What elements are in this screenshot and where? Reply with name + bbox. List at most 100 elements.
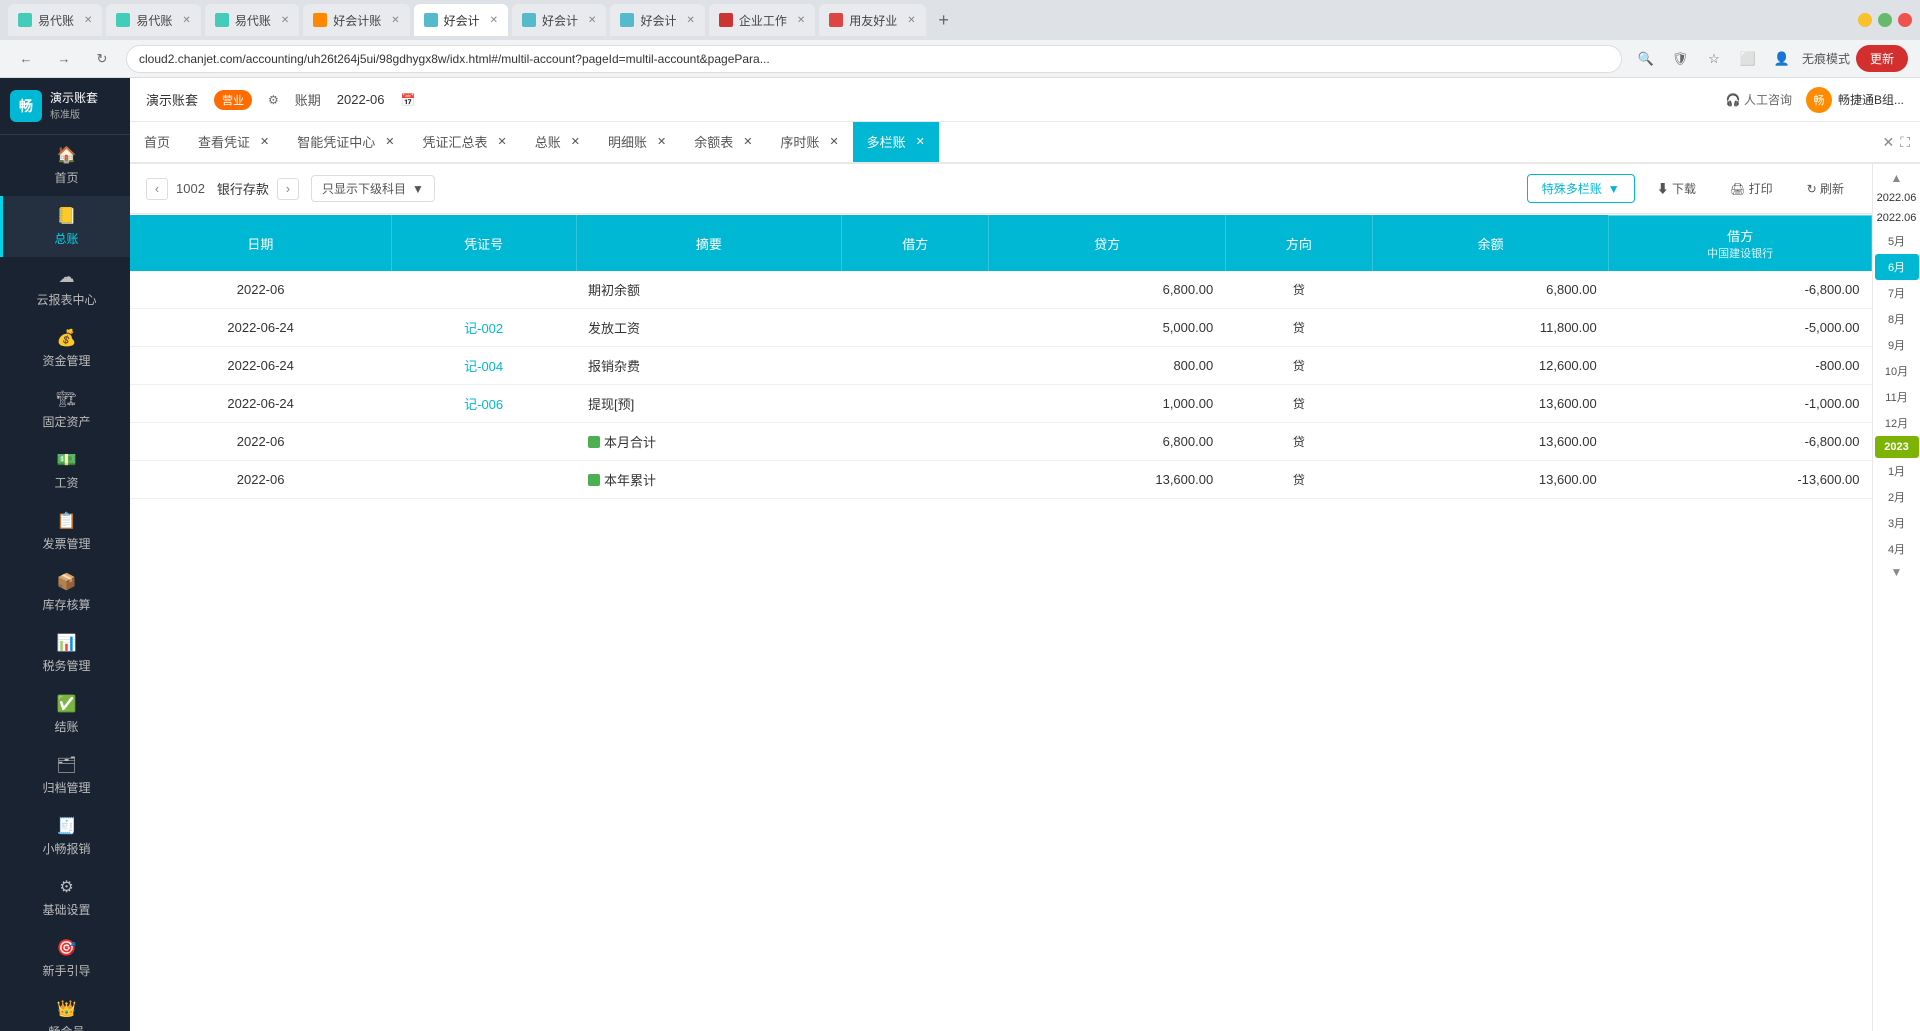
tab-close-8[interactable]: ✕ [797,15,805,26]
tab-journal-close[interactable]: ✕ [829,135,838,148]
close-panel-button[interactable]: ✕ [1882,134,1894,151]
tab-journal[interactable]: 序时账 ✕ [766,122,852,163]
window-minimize[interactable] [1858,13,1872,27]
tab-close-5[interactable]: ✕ [490,15,498,26]
time-august[interactable]: 8月 [1875,306,1919,332]
url-input[interactable]: cloud2.chanjet.com/accounting/uh26t264j5… [126,45,1622,73]
tab-close-2[interactable]: ✕ [182,15,190,26]
tab-balance-close[interactable]: ✕ [743,135,752,148]
time-jan-2023[interactable]: 1月 [1875,458,1919,484]
tab-close-6[interactable]: ✕ [588,15,596,26]
tab-close-4[interactable]: ✕ [391,15,399,26]
window-close[interactable] [1898,13,1912,27]
sidebar-item-invoice[interactable]: 📋 发票管理 [0,501,130,562]
browser-tab-2[interactable]: 易代账 ✕ [106,4,200,36]
forward-button[interactable]: → [50,45,78,73]
voucher-link-3[interactable]: 记-006 [464,397,503,412]
tab-balance[interactable]: 余额表 ✕ [680,122,766,163]
row-voucher-3[interactable]: 记-006 [391,385,576,423]
browser-tab-3[interactable]: 易代账 ✕ [205,4,299,36]
browser-tab-9[interactable]: 用友好业 ✕ [819,4,925,36]
tab-home[interactable]: 首页 [130,122,184,163]
col-voucher-header: 凭证号 [391,215,576,271]
sidebar-item-ledger[interactable]: 📒 总账 [0,196,130,257]
settings-button[interactable]: ⚙ [268,93,279,107]
time-scroll-down[interactable]: ▼ [1888,562,1906,582]
time-june[interactable]: 6月 [1875,254,1919,280]
sidebar-item-close[interactable]: ✅ 结账 [0,684,130,745]
reload-button[interactable]: ↻ [88,45,116,73]
tab-voucher-summary[interactable]: 凭证汇总表 ✕ [408,122,520,163]
tab-detail-ledger-close[interactable]: ✕ [657,135,666,148]
browser-tab-7[interactable]: 好会计 ✕ [610,4,704,36]
sidebar-item-archive[interactable]: 🗂 归档管理 [0,745,130,806]
prev-account-button[interactable]: ‹ [146,178,168,200]
tab-close-3[interactable]: ✕ [281,15,289,26]
status-badge[interactable]: 营业 [214,90,252,110]
sidebar-item-funds[interactable]: 💰 资金管理 [0,318,130,379]
calendar-icon[interactable]: 📅 [401,93,416,107]
voucher-link-2[interactable]: 记-004 [464,359,503,374]
sidebar-item-expense[interactable]: 🧾 小畅报销 [0,806,130,867]
browser-tab-8[interactable]: 企业工作 ✕ [709,4,815,36]
time-december[interactable]: 12月 [1875,410,1919,436]
browser-tab-1[interactable]: 易代账 ✕ [8,4,102,36]
back-button[interactable]: ← [12,45,40,73]
time-october[interactable]: 10月 [1875,358,1919,384]
refresh-button[interactable]: ↻ 刷新 [1795,175,1856,202]
tab-detail-ledger[interactable]: 明细账 ✕ [594,122,680,163]
browser-tab-5[interactable]: 好会计 ✕ [414,4,508,36]
tab-general-ledger-close[interactable]: ✕ [571,135,580,148]
time-november[interactable]: 11月 [1875,384,1919,410]
star-icon[interactable]: ☆ [1700,45,1728,73]
sidebar-item-home[interactable]: 🏠 首页 [0,135,130,196]
tab-close-9[interactable]: ✕ [907,15,915,26]
tab-general-ledger[interactable]: 总账 ✕ [521,122,594,163]
time-july[interactable]: 7月 [1875,280,1919,306]
search-icon[interactable]: 🔍 [1632,45,1660,73]
sidebar-item-fixed-assets[interactable]: 🏗 固定资产 [0,379,130,440]
time-september[interactable]: 9月 [1875,332,1919,358]
tab-smart-voucher-close[interactable]: ✕ [385,135,394,148]
time-scroll-up[interactable]: ▲ [1888,168,1906,188]
help-button[interactable]: 🎧 人工咨询 [1726,91,1792,108]
time-mar-2023[interactable]: 3月 [1875,510,1919,536]
tab-close-1[interactable]: ✕ [84,15,92,26]
tab-close-7[interactable]: ✕ [686,15,694,26]
sidebar-item-guide[interactable]: 🎯 新手引导 [0,928,130,989]
sidebar-item-member[interactable]: 👑 畅会员 [0,989,130,1031]
tab-voucher-view[interactable]: 查看凭证 ✕ [184,122,283,163]
sidebar-toggle-icon[interactable]: ⬜ [1734,45,1762,73]
sidebar-item-report[interactable]: ☁ 云报表中心 [0,257,130,318]
next-account-button[interactable]: › [277,178,299,200]
voucher-link-1[interactable]: 记-002 [464,321,503,336]
browser-tab-4[interactable]: 好会计账 ✕ [303,4,409,36]
row-debit-5 [842,461,989,499]
tab-voucher-summary-close[interactable]: ✕ [498,135,507,148]
browser-tab-6[interactable]: 好会计 ✕ [512,4,606,36]
sidebar-item-inventory[interactable]: 📦 库存核算 [0,562,130,623]
special-ledger-button[interactable]: 特殊多栏账 ▼ [1527,174,1635,203]
time-may[interactable]: 5月 [1875,228,1919,254]
tab-multi-col[interactable]: 多栏账 ✕ [853,122,939,163]
user-profile[interactable]: 畅 畅捷通B组... [1806,87,1904,113]
row-voucher-1[interactable]: 记-002 [391,309,576,347]
tab-smart-voucher[interactable]: 智能凭证中心 ✕ [283,122,408,163]
print-button[interactable]: 🖨 打印 [1718,175,1785,202]
window-maximize[interactable] [1878,13,1892,27]
sidebar-item-tax[interactable]: 📊 税务管理 [0,623,130,684]
update-button[interactable]: 更新 [1856,45,1908,72]
sidebar-item-settings[interactable]: ⚙ 基础设置 [0,867,130,928]
filter-button[interactable]: 只显示下级科目 ▼ [311,175,435,202]
sidebar-item-payroll[interactable]: 💵 工资 [0,440,130,501]
expand-button[interactable]: ⛶ [1900,134,1910,151]
profile-icon[interactable]: 👤 [1768,45,1796,73]
time-apr-2023[interactable]: 4月 [1875,536,1919,562]
tab-multi-col-close[interactable]: ✕ [916,135,925,148]
download-button[interactable]: ⬇ 下载 [1645,175,1708,202]
row-voucher-2[interactable]: 记-004 [391,347,576,385]
new-tab-button[interactable]: + [930,6,958,34]
time-feb-2023[interactable]: 2月 [1875,484,1919,510]
shield-icon[interactable]: 🛡 [1666,45,1694,73]
tab-voucher-view-close[interactable]: ✕ [260,135,269,148]
